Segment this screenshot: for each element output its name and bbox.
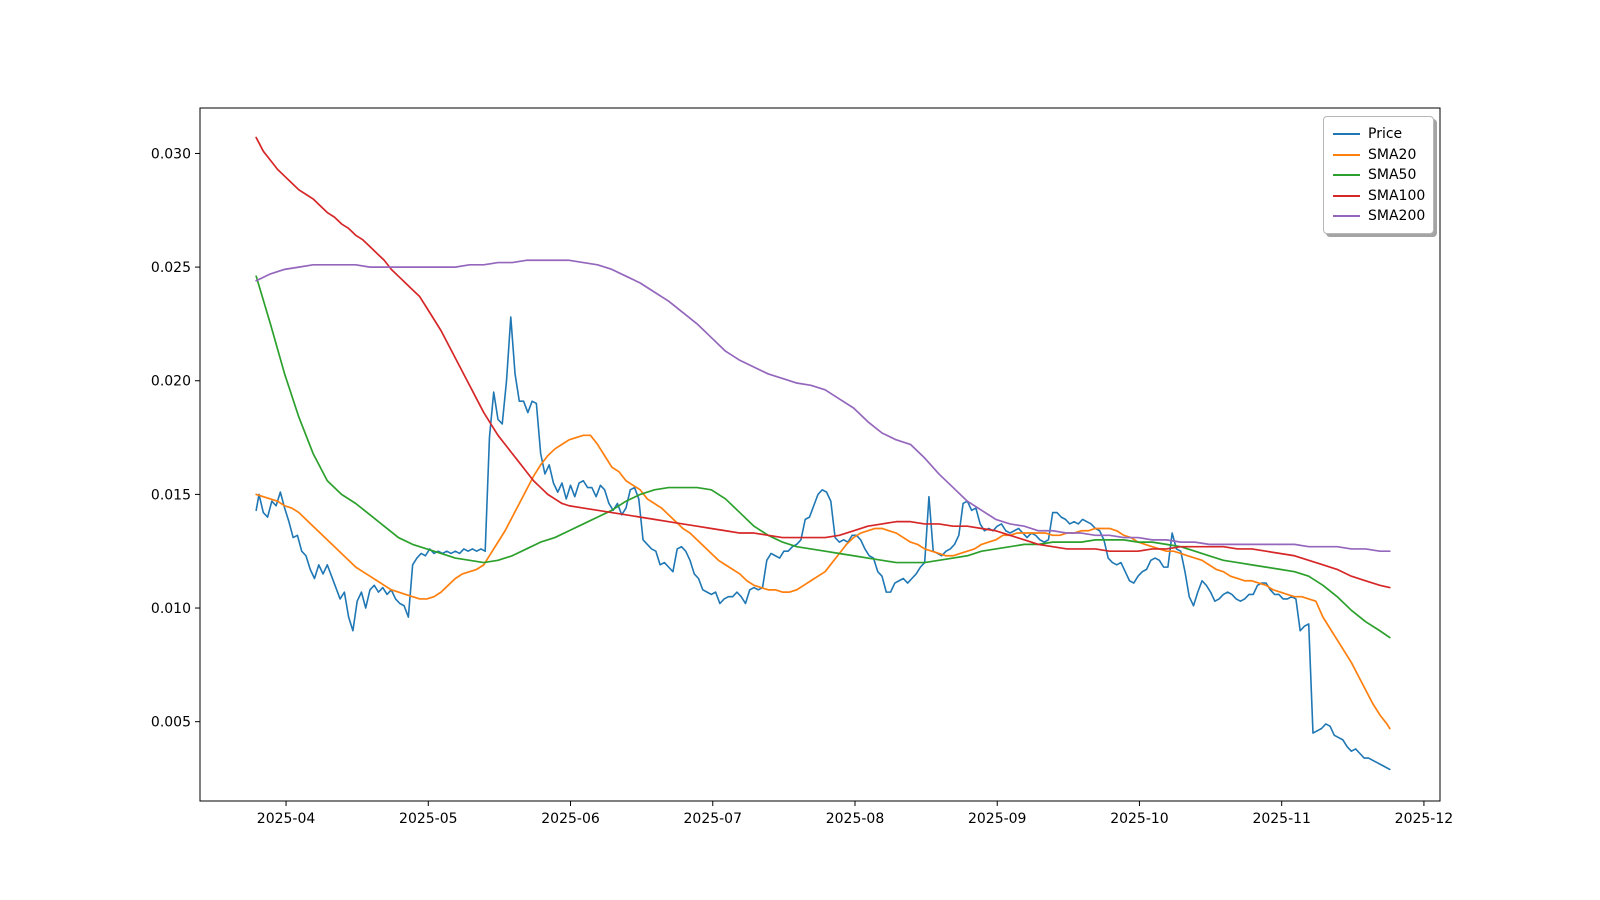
legend-label: SMA50 xyxy=(1368,167,1417,184)
x-tick-label: 2025-06 xyxy=(541,811,600,827)
x-tick-label: 2025-12 xyxy=(1395,811,1454,827)
y-tick-label: 0.025 xyxy=(151,260,191,276)
y-tick-label: 0.020 xyxy=(151,374,191,390)
x-tick-label: 2025-04 xyxy=(257,811,316,827)
legend-line-sample-sma100 xyxy=(1333,194,1360,197)
legend-line-sample-sma50 xyxy=(1333,174,1360,177)
x-tick-label: 2025-10 xyxy=(1110,811,1169,827)
y-tick-label: 0.010 xyxy=(151,601,191,617)
legend-label: Price xyxy=(1368,126,1403,143)
legend-line-sample-price xyxy=(1333,133,1360,136)
legend-label: SMA20 xyxy=(1368,146,1417,163)
legend-label: SMA200 xyxy=(1368,208,1426,225)
y-tick-label: 0.015 xyxy=(151,487,191,503)
legend-line-sample-sma20 xyxy=(1333,153,1360,156)
legend-item-price: Price xyxy=(1333,124,1423,145)
legend-label: SMA100 xyxy=(1368,187,1426,204)
x-tick-label: 2025-05 xyxy=(399,811,458,827)
figure: 2025-04 2025-05 2025-06 2025-07 2025-08 2025-… xyxy=(0,0,1600,900)
y-tick-label: 0.030 xyxy=(151,146,191,162)
plot-area xyxy=(200,108,1440,801)
legend-item-sma100: SMA100 xyxy=(1333,186,1426,207)
x-tick-label: 2025-07 xyxy=(684,811,743,827)
x-tick-label: 2025-08 xyxy=(826,811,885,827)
y-tick-label: 0.005 xyxy=(151,715,191,731)
legend: Price SMA20 SMA50 SMA100 SMA200 xyxy=(1323,116,1434,234)
legend-item-sma200: SMA200 xyxy=(1333,206,1426,227)
x-tick-label: 2025-11 xyxy=(1252,811,1311,827)
x-tick-label: 2025-09 xyxy=(968,811,1027,827)
legend-item-sma50: SMA50 xyxy=(1333,165,1423,186)
legend-item-sma20: SMA20 xyxy=(1333,145,1423,166)
legend-line-sample-sma200 xyxy=(1333,215,1360,218)
